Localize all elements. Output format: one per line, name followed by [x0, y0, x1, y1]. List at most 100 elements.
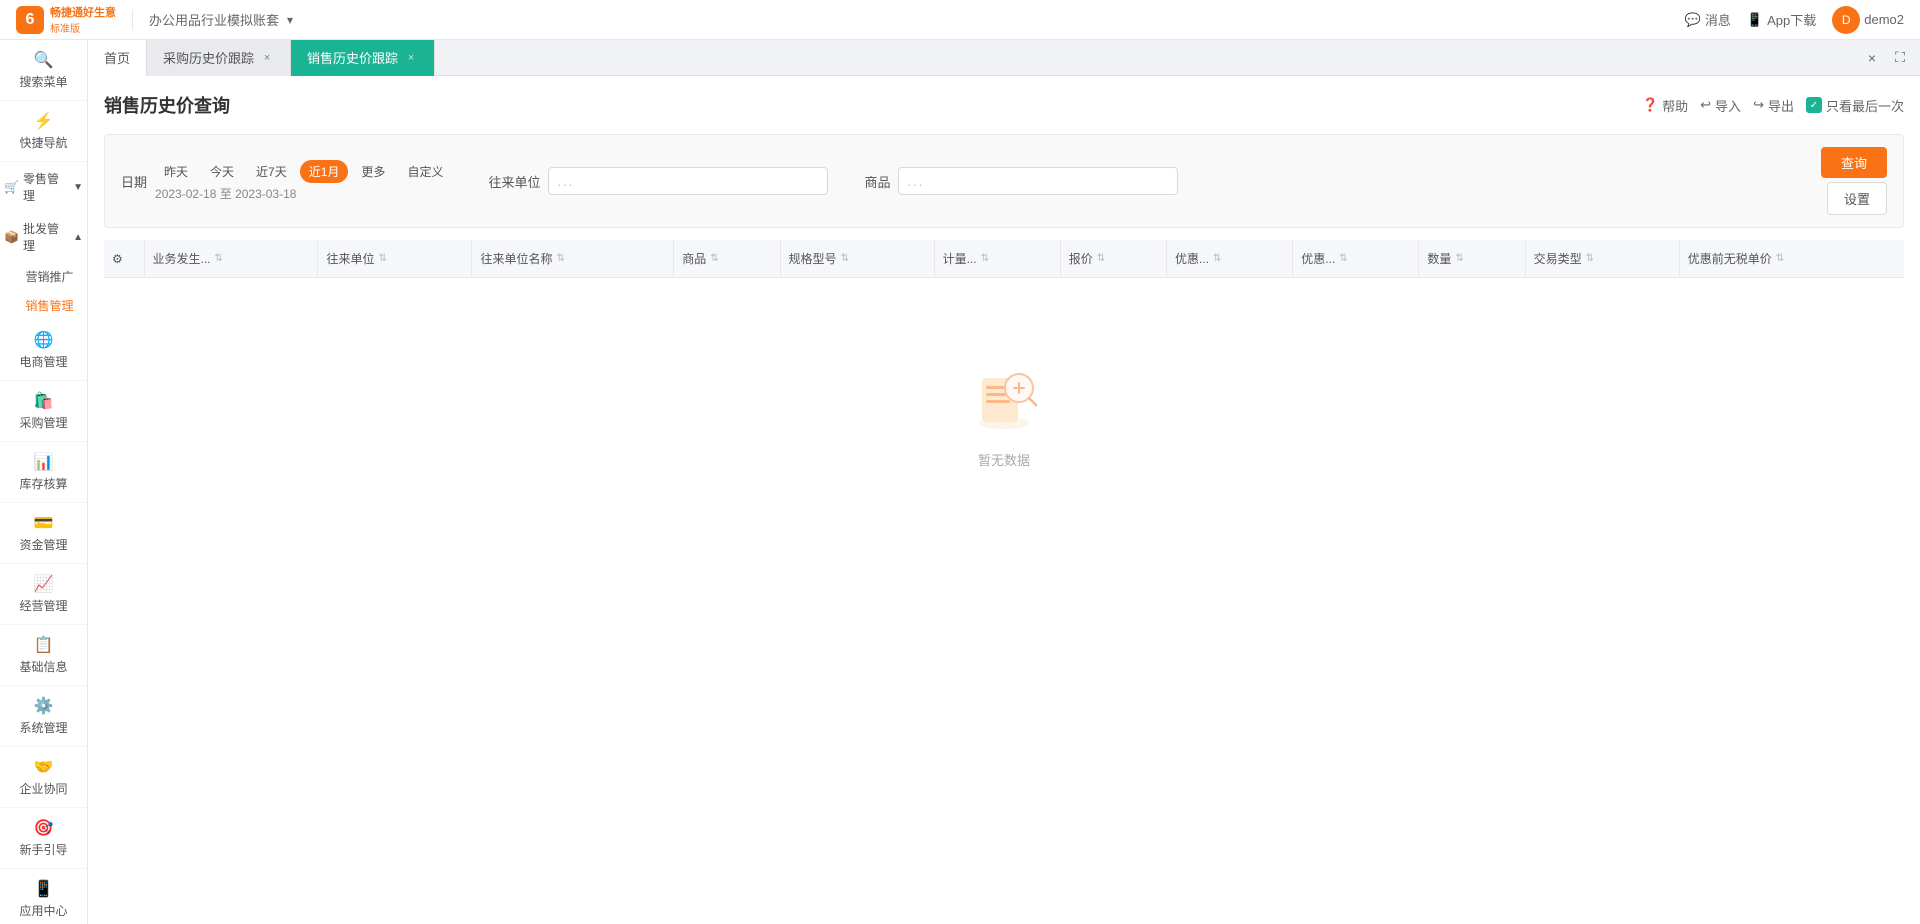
th-product[interactable]: 商品 ⇅ — [674, 240, 780, 278]
sort-quantity[interactable]: ⇅ — [1455, 253, 1463, 264]
page-actions: ❓ 帮助 ↩ 导入 ↪ 导出 ✓ 只看最后一次 — [1642, 96, 1904, 115]
sidebar-item-wholesale[interactable]: 📦 批发管理 ▲ — [0, 212, 87, 262]
wholesale-icon: 📦 — [4, 230, 19, 244]
search-icon: 🔍 — [34, 50, 54, 70]
date-btn-yesterday[interactable]: 昨天 — [155, 160, 197, 183]
sidebar-item-cooperation[interactable]: 🤝 企业协同 — [0, 747, 87, 808]
retail-icon: 🛒 — [4, 180, 19, 194]
empty-icon — [964, 358, 1044, 438]
app-download-button[interactable]: 📱 App下载 — [1747, 10, 1816, 29]
only-last-checkbox-label[interactable]: ✓ 只看最后一次 — [1806, 96, 1904, 115]
query-button[interactable]: 查询 — [1821, 147, 1887, 178]
table-header-row: ⚙ 业务发生... ⇅ 往来单位 ⇅ — [104, 240, 1904, 278]
cooperation-icon: 🤝 — [34, 757, 54, 777]
sidebar-item-marketing[interactable]: 营销推广 — [0, 262, 87, 291]
sort-pre-tax[interactable]: ⇅ — [1776, 253, 1784, 264]
sidebar-item-retail[interactable]: 🛒 零售管理 ▼ — [0, 162, 87, 212]
export-button[interactable]: ↪ 导出 — [1753, 96, 1794, 115]
th-pre-tax[interactable]: 优惠前无税单价 ⇅ — [1679, 240, 1904, 278]
sort-unit[interactable]: ⇅ — [981, 253, 989, 264]
sidebar-item-operations[interactable]: 📈 经营管理 — [0, 564, 87, 625]
sort-spec[interactable]: ⇅ — [841, 253, 849, 264]
sort-partner-name[interactable]: ⇅ — [556, 253, 564, 264]
th-partner-name[interactable]: 往来单位名称 ⇅ — [472, 240, 674, 278]
th-quote[interactable]: 报价 ⇅ — [1060, 240, 1166, 278]
sort-discount1[interactable]: ⇅ — [1213, 253, 1221, 264]
purchase-icon: 🛍️ — [34, 391, 54, 411]
empty-text: 暂无数据 — [978, 450, 1030, 469]
sort-trade-type[interactable]: ⇅ — [1586, 253, 1594, 264]
tab-close-purchase-history[interactable]: × — [260, 51, 274, 65]
only-last-checkbox[interactable]: ✓ — [1806, 97, 1822, 113]
product-input-dots: ... — [907, 174, 924, 189]
import-icon: ↩ — [1700, 97, 1711, 113]
topbar-divider — [132, 10, 133, 30]
tab-close-all-button[interactable]: × — [1860, 46, 1884, 70]
sort-discount2[interactable]: ⇅ — [1339, 253, 1347, 264]
finance-icon: 💳 — [34, 513, 54, 533]
sidebar-item-apps[interactable]: 📱 应用中心 — [0, 869, 87, 924]
sidebar-item-inventory[interactable]: 📊 库存核算 — [0, 442, 87, 503]
message-button[interactable]: 💬 消息 — [1685, 10, 1731, 29]
th-discount2[interactable]: 优惠... ⇅ — [1293, 240, 1419, 278]
topbar: 6 畅捷通好生意 标准版 办公用品行业模拟账套 ▾ 💬 消息 📱 App下载 D… — [0, 0, 1920, 40]
partner-input[interactable]: ... — [548, 167, 828, 195]
sidebar-item-basic[interactable]: 📋 基础信息 — [0, 625, 87, 686]
sidebar-item-sales[interactable]: 销售管理 — [0, 291, 87, 320]
date-btn-today[interactable]: 今天 — [201, 160, 243, 183]
th-spec[interactable]: 规格型号 ⇅ — [780, 240, 934, 278]
sidebar-item-search[interactable]: 🔍 搜索菜单 — [0, 40, 87, 101]
sidebar-item-purchase[interactable]: 🛍️ 采购管理 — [0, 381, 87, 442]
user-menu[interactable]: D demo2 — [1832, 6, 1904, 34]
partner-input-dots: ... — [557, 174, 574, 189]
message-icon: 💬 — [1685, 12, 1701, 28]
sort-quote[interactable]: ⇅ — [1097, 253, 1105, 264]
th-partner-code[interactable]: 往来单位 ⇅ — [318, 240, 472, 278]
export-icon: ↪ — [1753, 97, 1764, 113]
date-btn-custom[interactable]: 自定义 — [398, 160, 452, 183]
logo-text: 畅捷通好生意 标准版 — [50, 4, 116, 35]
sort-partner-code[interactable]: ⇅ — [378, 253, 386, 264]
partner-label: 往来单位 — [488, 172, 540, 191]
product-field: 商品 ... — [864, 167, 1178, 195]
topbar-app-title: 办公用品行业模拟账套 — [149, 10, 279, 29]
topbar-right: 💬 消息 📱 App下载 D demo2 — [1685, 6, 1904, 34]
date-range-display: 2023-02-18 至 2023-03-18 — [155, 185, 452, 202]
th-trade-type[interactable]: 交易类型 ⇅ — [1525, 240, 1679, 278]
chevron-down-icon: ▼ — [73, 182, 83, 193]
sort-business-date[interactable]: ⇅ — [215, 253, 223, 264]
sidebar-item-system[interactable]: ⚙️ 系统管理 — [0, 686, 87, 747]
sort-product[interactable]: ⇅ — [710, 253, 718, 264]
tab-maximize-button[interactable]: ⛶ — [1888, 46, 1912, 70]
settings-button[interactable]: 设置 — [1827, 182, 1887, 215]
product-input[interactable]: ... — [898, 167, 1178, 195]
th-quantity[interactable]: 数量 ⇅ — [1419, 240, 1525, 278]
topbar-dropdown-icon[interactable]: ▾ — [287, 13, 293, 27]
date-label: 日期 — [121, 172, 147, 191]
search-btn-group: 查询 设置 — [1821, 147, 1887, 215]
date-btn-last7[interactable]: 近7天 — [247, 160, 296, 183]
th-business-date[interactable]: 业务发生... ⇅ — [144, 240, 318, 278]
sidebar-item-quick-nav[interactable]: ⚡ 快捷导航 — [0, 101, 87, 162]
date-btn-last1m[interactable]: 近1月 — [300, 160, 349, 183]
tab-purchase-history[interactable]: 采购历史价跟踪 × — [147, 40, 291, 76]
th-gear[interactable]: ⚙ — [104, 240, 144, 278]
operations-icon: 📈 — [34, 574, 54, 594]
guide-icon: 🎯 — [34, 818, 54, 838]
th-discount1[interactable]: 优惠... ⇅ — [1167, 240, 1293, 278]
table-container: ⚙ 业务发生... ⇅ 往来单位 ⇅ — [104, 240, 1904, 549]
sidebar-item-finance[interactable]: 💳 资金管理 — [0, 503, 87, 564]
sidebar-item-guide[interactable]: 🎯 新手引导 — [0, 808, 87, 869]
date-btn-more[interactable]: 更多 — [352, 160, 394, 183]
th-unit[interactable]: 计量... ⇅ — [934, 240, 1060, 278]
tab-close-sales-history[interactable]: × — [404, 51, 418, 65]
product-label: 商品 — [864, 172, 890, 191]
sidebar-item-ecommerce[interactable]: 🌐 电商管理 — [0, 320, 87, 381]
help-button[interactable]: ❓ 帮助 — [1642, 96, 1688, 115]
date-buttons: 昨天 今天 近7天 近1月 更多 自定义 2023-02-18 至 2023-0… — [155, 160, 452, 202]
ecommerce-icon: 🌐 — [34, 330, 54, 350]
tab-home[interactable]: 首页 — [88, 40, 147, 76]
tab-sales-history[interactable]: 销售历史价跟踪 × — [291, 40, 435, 76]
partner-field: 往来单位 ... — [488, 167, 828, 195]
import-button[interactable]: ↩ 导入 — [1700, 96, 1741, 115]
